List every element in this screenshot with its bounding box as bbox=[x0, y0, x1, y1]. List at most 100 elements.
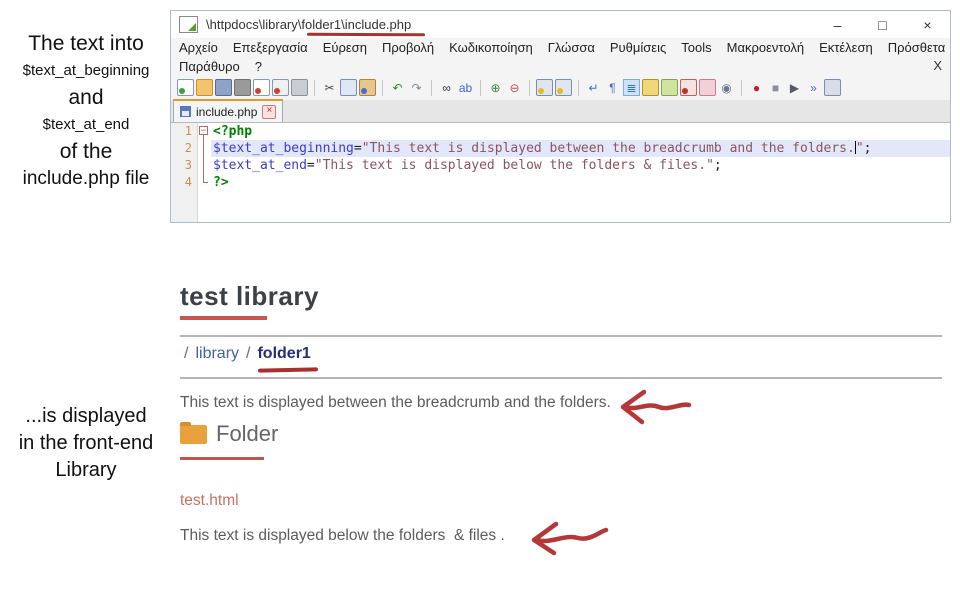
open-folder-icon[interactable] bbox=[196, 79, 213, 96]
folder-design-underline bbox=[180, 457, 264, 460]
red-arrow-annotation bbox=[531, 521, 609, 556]
code-token: "This text is displayed below the folder… bbox=[314, 158, 714, 173]
toolbar-separator bbox=[578, 79, 579, 96]
tab-bar: include.php × bbox=[171, 99, 950, 123]
breadcrumb-folder1[interactable]: folder1 bbox=[257, 345, 310, 363]
replace-icon[interactable]: ab bbox=[457, 79, 474, 96]
zoom-out-icon[interactable]: ⊖ bbox=[506, 79, 523, 96]
minimize-button[interactable]: – bbox=[815, 11, 860, 38]
breadcrumb-library[interactable]: library bbox=[195, 345, 239, 363]
cut-icon[interactable]: ✂ bbox=[321, 79, 338, 96]
line-number: 2 bbox=[184, 141, 192, 155]
macro-save-icon[interactable] bbox=[824, 79, 841, 96]
file-link-test-html[interactable]: test.html bbox=[180, 492, 239, 510]
annotation-line: and bbox=[68, 86, 104, 109]
menu-item[interactable]: Επεξεργασία bbox=[233, 40, 308, 55]
menu-item[interactable]: Tools bbox=[681, 40, 711, 55]
annotation-line: in the front-end bbox=[18, 432, 154, 454]
folder-as-workspace-icon[interactable] bbox=[699, 79, 716, 96]
code-token: = bbox=[353, 141, 362, 156]
code-token: $text_at_end bbox=[213, 158, 307, 173]
menu-item[interactable]: Κωδικοποίηση bbox=[449, 40, 533, 55]
code-token: " bbox=[855, 141, 864, 156]
library-page-title: test library bbox=[180, 281, 319, 311]
icon-dot bbox=[274, 88, 280, 94]
annotation-line: ...is displayed bbox=[25, 405, 147, 427]
toolbar-separator bbox=[382, 79, 383, 96]
fold-marker[interactable] bbox=[197, 123, 211, 140]
fold-marker[interactable] bbox=[197, 157, 211, 174]
folder-label: Folder bbox=[216, 421, 279, 446]
close-document-x[interactable]: X bbox=[933, 58, 942, 73]
icon-dot bbox=[255, 88, 261, 94]
menu-item[interactable]: Παράθυρο bbox=[179, 59, 240, 74]
code-token: ; bbox=[863, 141, 872, 156]
macro-stop-icon[interactable]: ■ bbox=[767, 79, 784, 96]
menu-item[interactable]: Πρόσθετα bbox=[888, 40, 946, 55]
icon-dot bbox=[361, 88, 367, 94]
menu-item[interactable]: Μακροεντολή bbox=[727, 40, 804, 55]
menu-item[interactable]: Ρυθμίσεις bbox=[610, 40, 666, 55]
annotation-line: of the bbox=[59, 140, 113, 163]
close-button[interactable]: × bbox=[905, 11, 950, 38]
code-token: ?> bbox=[213, 175, 229, 190]
save-all-icon[interactable] bbox=[234, 79, 251, 96]
code-token: = bbox=[306, 158, 315, 173]
code-line[interactable]: 1 <?php bbox=[171, 123, 950, 140]
menubar: Αρχείο Επεξεργασία Εύρεση Προβολή Κωδικοποίη… bbox=[171, 38, 950, 75]
close-doc-icon[interactable] bbox=[253, 79, 270, 96]
paste-icon[interactable] bbox=[359, 79, 376, 96]
document-map-icon[interactable] bbox=[661, 79, 678, 96]
tab-include-php[interactable]: include.php × bbox=[173, 99, 284, 122]
fold-marker[interactable] bbox=[197, 140, 211, 157]
maximize-button[interactable]: □ bbox=[860, 11, 905, 38]
print-icon[interactable] bbox=[291, 79, 308, 96]
fold-marker[interactable] bbox=[197, 174, 211, 191]
save-icon[interactable] bbox=[215, 79, 232, 96]
undo-icon[interactable]: ↶ bbox=[389, 79, 406, 96]
macro-run-multiple-icon[interactable]: » bbox=[805, 79, 822, 96]
annotation-line: The text into bbox=[28, 32, 144, 55]
code-token: $text_at_beginning bbox=[213, 141, 354, 156]
menu-item[interactable]: Γλώσσα bbox=[548, 40, 595, 55]
folder-item[interactable]: Folder bbox=[180, 421, 278, 447]
close-all-icon[interactable] bbox=[272, 79, 289, 96]
menu-item[interactable]: Αρχείο bbox=[179, 40, 218, 55]
icon-dot bbox=[179, 88, 185, 94]
macro-record-icon[interactable]: ● bbox=[748, 79, 765, 96]
annotation-line: include.php file bbox=[22, 168, 150, 189]
line-number: 1 bbox=[184, 124, 192, 138]
menu-item[interactable]: Εκτέλεση bbox=[819, 40, 873, 55]
menu-item[interactable]: ? bbox=[255, 59, 262, 74]
code-text: $text_at_beginning="This text is display… bbox=[211, 140, 950, 157]
tab-close-icon[interactable]: × bbox=[262, 104, 277, 119]
show-all-characters-icon[interactable]: ¶ bbox=[604, 79, 621, 96]
function-list-icon[interactable] bbox=[642, 79, 659, 96]
code-line[interactable]: 2 $text_at_beginning="This text is displa… bbox=[171, 140, 950, 157]
document-switcher-icon[interactable] bbox=[680, 79, 697, 96]
sync-scroll-horizontal-icon[interactable] bbox=[555, 79, 572, 96]
code-line[interactable]: 3 $text_at_end="This text is displayed be… bbox=[171, 157, 950, 174]
icon-dot bbox=[682, 88, 688, 94]
indent-guide-icon[interactable]: ≣ bbox=[623, 79, 640, 96]
menu-item[interactable]: Εύρεση bbox=[323, 40, 367, 55]
code-text: ?> bbox=[211, 174, 950, 191]
find-icon[interactable]: ∞ bbox=[438, 79, 455, 96]
macro-play-icon[interactable]: ▶ bbox=[786, 79, 803, 96]
annotation-top: The text into $text_at_beginning and $text_… bbox=[0, 30, 172, 192]
copy-icon[interactable] bbox=[340, 79, 357, 96]
breadcrumb-separator: / bbox=[184, 345, 189, 362]
code-editor[interactable]: 1<?php2$text_at_beginning="This text is … bbox=[171, 123, 950, 222]
code-line[interactable]: 4 ?> bbox=[171, 174, 950, 191]
redo-icon[interactable]: ↷ bbox=[408, 79, 425, 96]
new-file-icon[interactable] bbox=[177, 79, 194, 96]
toolbar-separator bbox=[529, 79, 530, 96]
toolbar-separator bbox=[741, 79, 742, 96]
annotation-bottom: ...is displayed in the front-end Library bbox=[0, 403, 172, 484]
titlebar[interactable]: \httpdocs\library\folder1\include.php – … bbox=[171, 11, 950, 38]
sync-scroll-vertical-icon[interactable] bbox=[536, 79, 553, 96]
zoom-in-icon[interactable]: ⊕ bbox=[487, 79, 504, 96]
menu-item[interactable]: Προβολή bbox=[382, 40, 434, 55]
preview-icon[interactable]: ◉ bbox=[718, 79, 735, 96]
word-wrap-icon[interactable]: ↵ bbox=[585, 79, 602, 96]
